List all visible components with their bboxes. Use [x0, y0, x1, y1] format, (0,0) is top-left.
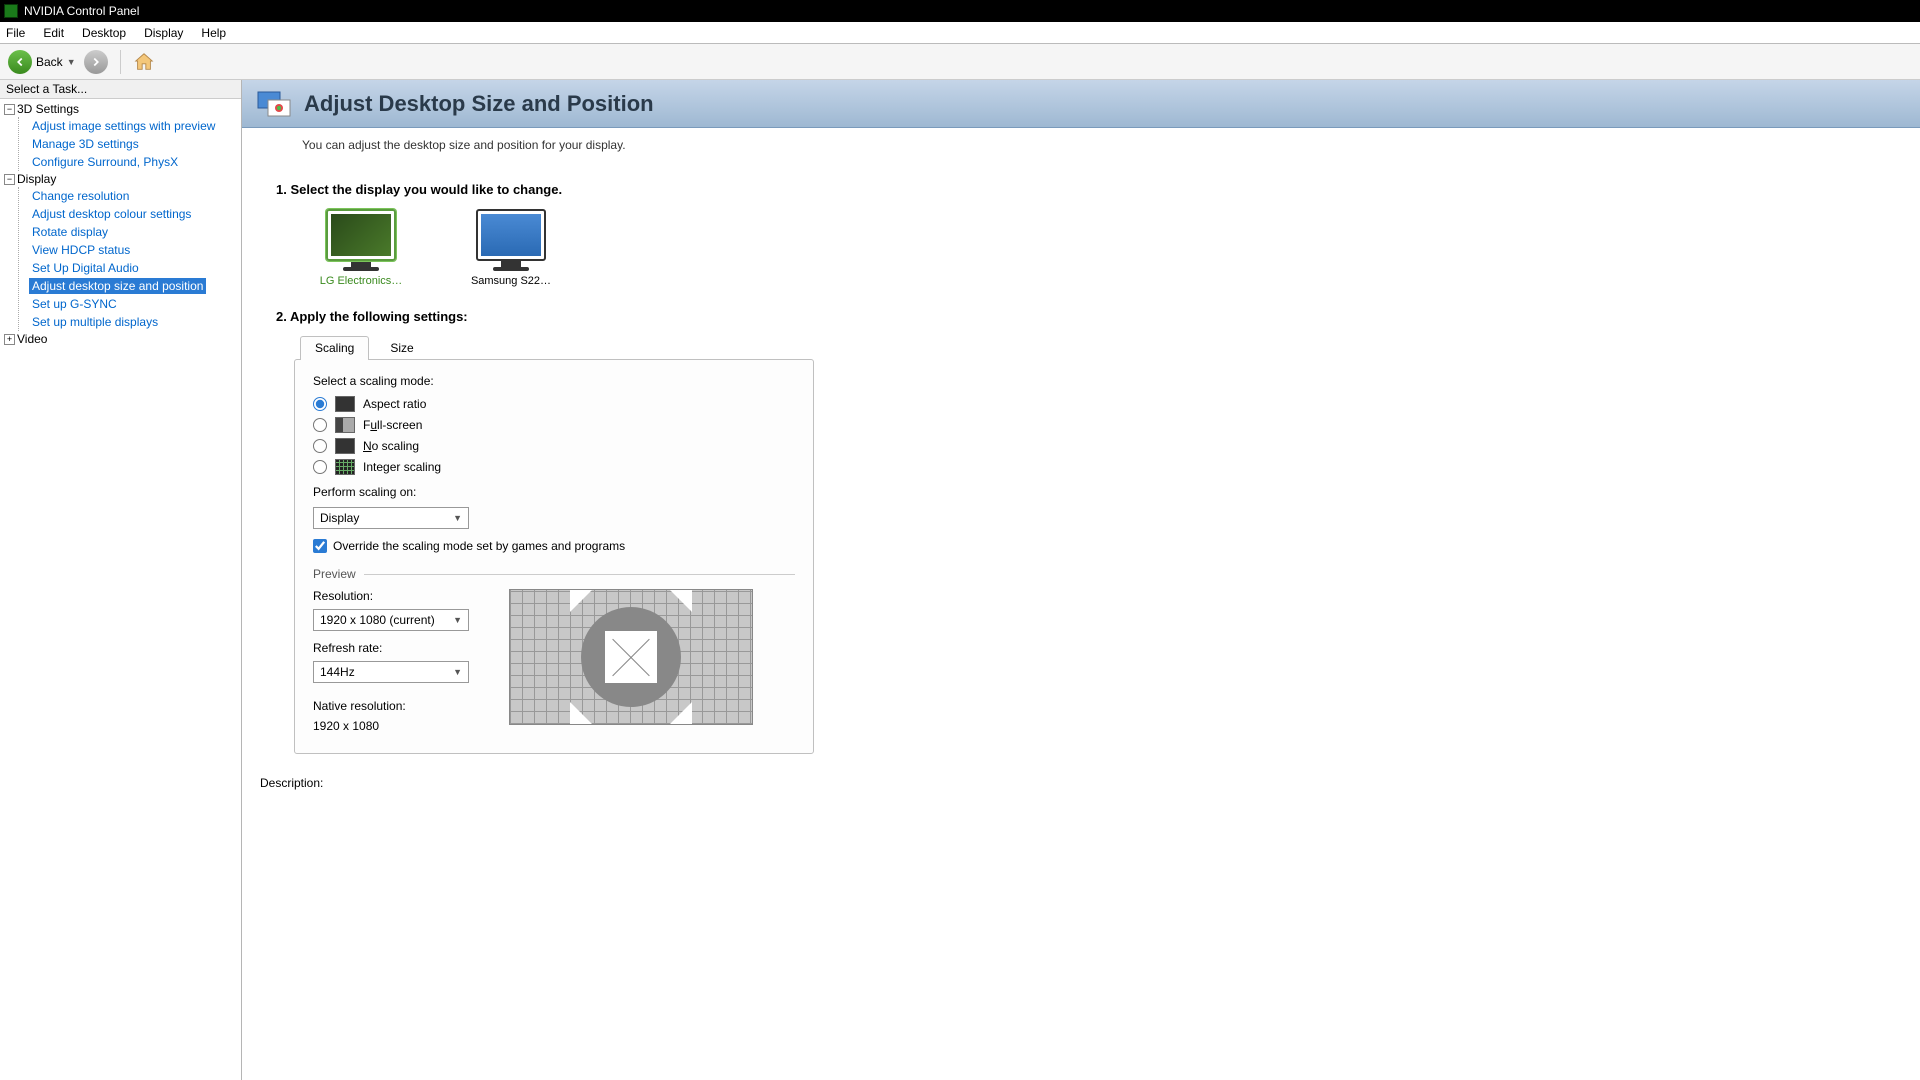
divider — [364, 574, 795, 575]
preview-label: Preview — [313, 567, 356, 581]
fullscreen-icon — [335, 417, 355, 433]
tree-link-gsync[interactable]: Set up G-SYNC — [29, 296, 120, 312]
home-button[interactable] — [133, 51, 155, 73]
resolution-label: Resolution: — [313, 589, 469, 603]
radio-label-fullscreen: Full-screen — [363, 418, 422, 432]
tree-link-hdcp[interactable]: View HDCP status — [29, 242, 133, 258]
radio-input-integer[interactable] — [313, 460, 327, 474]
noscaling-icon — [335, 438, 355, 454]
menu-help[interactable]: Help — [201, 26, 226, 40]
intro-text: You can adjust the desktop size and posi… — [242, 128, 1920, 172]
radio-label-integer: Integer scaling — [363, 460, 441, 474]
page-header: Adjust Desktop Size and Position — [242, 80, 1920, 128]
refresh-value: 144Hz — [320, 665, 355, 679]
tree-toggle-video[interactable]: + — [4, 334, 15, 345]
step1-section: 1. Select the display you would like to … — [276, 182, 1886, 287]
radio-input-fullscreen[interactable] — [313, 418, 327, 432]
tab-scaling[interactable]: Scaling — [300, 336, 369, 360]
tree-group-display[interactable]: Display — [17, 172, 56, 186]
native-value: 1920 x 1080 — [313, 719, 469, 733]
step2-title: 2. Apply the following settings: — [276, 309, 1886, 324]
menu-display[interactable]: Display — [144, 26, 183, 40]
aspect-icon — [335, 396, 355, 412]
display-option-samsung[interactable]: Samsung S22… — [466, 209, 556, 287]
radio-label-noscaling: No scaling — [363, 439, 419, 453]
sidebar: Select a Task... − 3D Settings Adjust im… — [0, 80, 242, 1080]
menu-file[interactable]: File — [6, 26, 25, 40]
app-icon — [4, 4, 18, 18]
step2-section: 2. Apply the following settings: Scaling… — [276, 309, 1886, 754]
tree-link-adjust-image[interactable]: Adjust image settings with preview — [29, 118, 218, 134]
tree-link-manage-3d[interactable]: Manage 3D settings — [29, 136, 142, 152]
description-label: Description: — [260, 776, 1902, 790]
override-checkbox-row[interactable]: Override the scaling mode set by games a… — [313, 539, 795, 553]
refresh-label: Refresh rate: — [313, 641, 469, 655]
step1-title: 1. Select the display you would like to … — [276, 182, 1886, 197]
monitor-icon — [476, 209, 546, 261]
chevron-down-icon: ▼ — [453, 513, 462, 523]
display-label-samsung: Samsung S22… — [471, 275, 551, 287]
tree-link-digital-audio[interactable]: Set Up Digital Audio — [29, 260, 142, 276]
tree-group-3d[interactable]: 3D Settings — [17, 102, 79, 116]
tree-link-surround[interactable]: Configure Surround, PhysX — [29, 154, 181, 170]
override-label: Override the scaling mode set by games a… — [333, 539, 625, 553]
tab-size[interactable]: Size — [375, 336, 428, 360]
back-button[interactable]: Back ▼ — [8, 50, 76, 74]
chevron-down-icon: ▼ — [453, 615, 462, 625]
radio-input-aspect[interactable] — [313, 397, 327, 411]
forward-button[interactable] — [84, 50, 108, 74]
back-label: Back — [36, 55, 63, 69]
sidebar-header: Select a Task... — [0, 80, 241, 99]
page-title: Adjust Desktop Size and Position — [304, 91, 654, 117]
native-label: Native resolution: — [313, 699, 469, 713]
radio-integer-scaling[interactable]: Integer scaling — [313, 459, 795, 475]
resolution-value: 1920 x 1080 (current) — [320, 613, 435, 627]
refresh-select[interactable]: 144Hz ▼ — [313, 661, 469, 683]
override-checkbox[interactable] — [313, 539, 327, 553]
integer-icon — [335, 459, 355, 475]
menu-edit[interactable]: Edit — [43, 26, 64, 40]
window-title: NVIDIA Control Panel — [24, 4, 139, 18]
menubar: File Edit Desktop Display Help — [0, 22, 1920, 44]
back-dropdown-icon[interactable]: ▼ — [67, 57, 76, 67]
display-label-lg: LG Electronics… — [320, 275, 403, 287]
tree-link-change-resolution[interactable]: Change resolution — [29, 188, 132, 204]
radio-no-scaling[interactable]: No scaling — [313, 438, 795, 454]
monitor-icon — [326, 209, 396, 261]
radio-fullscreen[interactable]: Full-screen — [313, 417, 795, 433]
resolution-select[interactable]: 1920 x 1080 (current) ▼ — [313, 609, 469, 631]
titlebar: NVIDIA Control Panel — [0, 0, 1920, 22]
display-option-lg[interactable]: LG Electronics… — [316, 209, 406, 287]
radio-label-aspect: Aspect ratio — [363, 397, 426, 411]
chevron-down-icon: ▼ — [453, 667, 462, 677]
page-header-icon — [256, 88, 292, 120]
tree-link-multiple-displays[interactable]: Set up multiple displays — [29, 314, 161, 330]
perform-on-label: Perform scaling on: — [313, 485, 795, 499]
tree-toggle-3d[interactable]: − — [4, 104, 15, 115]
content-area: Adjust Desktop Size and Position You can… — [242, 80, 1920, 1080]
preview-image — [509, 589, 753, 725]
back-arrow-icon — [8, 50, 32, 74]
task-tree: − 3D Settings Adjust image settings with… — [0, 99, 241, 349]
tabs-panel: Select a scaling mode: Aspect ratio Full… — [294, 359, 814, 754]
radio-input-noscaling[interactable] — [313, 439, 327, 453]
menu-desktop[interactable]: Desktop — [82, 26, 126, 40]
tree-link-colour[interactable]: Adjust desktop colour settings — [29, 206, 194, 222]
toolbar: Back ▼ — [0, 44, 1920, 80]
perform-on-select[interactable]: Display ▼ — [313, 507, 469, 529]
tree-toggle-display[interactable]: − — [4, 174, 15, 185]
perform-on-value: Display — [320, 511, 359, 525]
radio-aspect-ratio[interactable]: Aspect ratio — [313, 396, 795, 412]
toolbar-divider — [120, 50, 121, 74]
tree-link-rotate[interactable]: Rotate display — [29, 224, 111, 240]
tree-link-adjust-desktop-size[interactable]: Adjust desktop size and position — [29, 278, 206, 294]
scaling-mode-label: Select a scaling mode: — [313, 374, 795, 388]
tree-group-video[interactable]: Video — [17, 332, 47, 346]
